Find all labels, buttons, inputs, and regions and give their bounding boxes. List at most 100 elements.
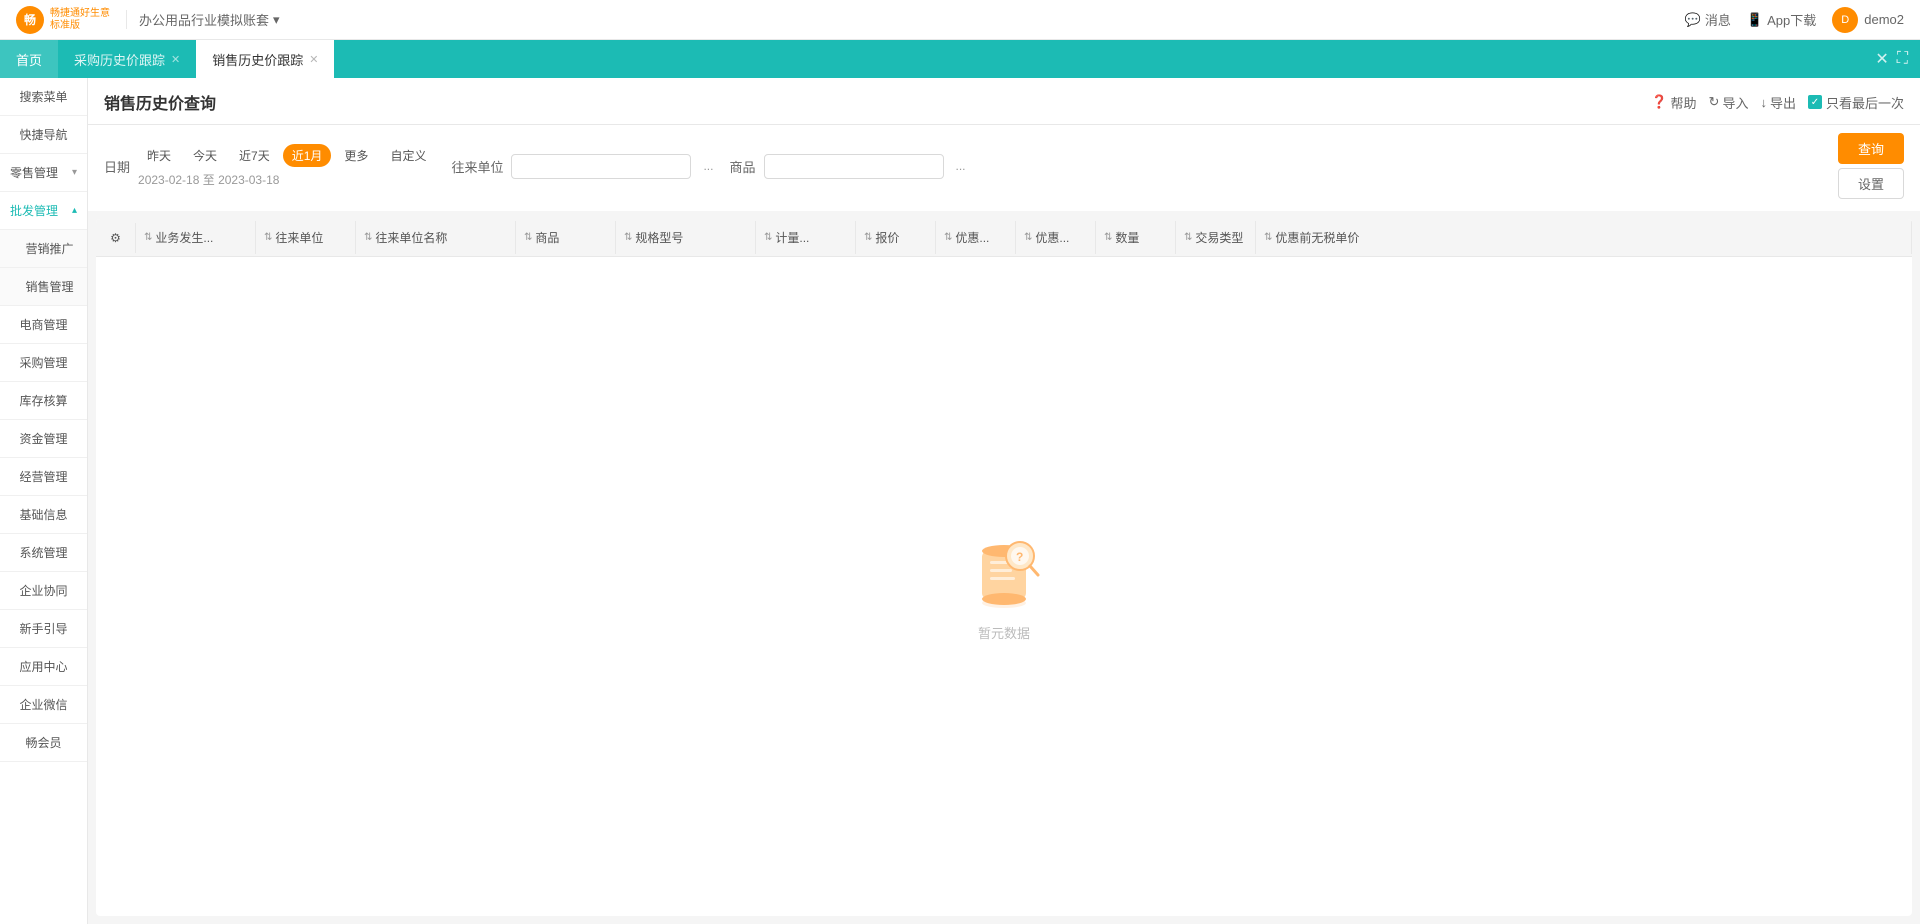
expand-icon[interactable]: ⛶ [1897, 50, 1908, 68]
counterpart-input[interactable] [511, 154, 691, 179]
sort-icon[interactable]: ⇅ [264, 232, 272, 243]
tab-purchase-history-close[interactable]: ✕ [171, 53, 180, 66]
main-layout: 搜索菜单 快捷导航 零售管理 ▾ 批发管理 ▴ 营销推广 销售管理 电商管理 采… [0, 78, 1920, 924]
table-header: ⚙ ⇅ 业务发生... ⇅ 往来单位 ⇅ 往来单位名称 ⇅ 商品 [96, 219, 1912, 257]
close-all-tabs-icon[interactable]: ✕ [1875, 49, 1888, 69]
message-btn[interactable]: 💬 消息 [1685, 10, 1731, 29]
sidebar-sys-settings-label: 系统管理 [19, 544, 67, 561]
content-area: 销售历史价查询 ❓ 帮助 ↻ 导入 ↓ 导出 ✓ [88, 78, 1920, 924]
sidebar-item-wholesale-mgmt[interactable]: 批发管理 ▴ [0, 192, 87, 230]
date-shortcuts: 昨天 今天 近7天 近1月 更多 自定义 [138, 144, 435, 167]
sales-history-tab-label: 销售历史价跟踪 [212, 50, 303, 69]
sidebar-corp-wechat-label: 企业微信 [19, 696, 67, 713]
top-bar-right: 💬 消息 📱 App下载 D demo2 [1685, 7, 1904, 33]
sort-icon[interactable]: ⇅ [1184, 232, 1192, 243]
th-discount1: ⇅ 优惠... [936, 221, 1016, 254]
page-title-row: 销售历史价查询 ❓ 帮助 ↻ 导入 ↓ 导出 ✓ [104, 90, 1904, 124]
sidebar-item-marketing[interactable]: 营销推广 [0, 230, 87, 268]
settings-button[interactable]: 设置 [1838, 168, 1904, 199]
sidebar-item-guide[interactable]: 新手引导 [0, 610, 87, 648]
sidebar-item-quick-nav[interactable]: 快捷导航 [0, 116, 87, 154]
only-last-checkbox-label[interactable]: ✓ 只看最后一次 [1808, 93, 1904, 112]
sidebar-search-menu-label: 搜索菜单 [19, 88, 67, 105]
product-ellipsis[interactable]: ... [956, 159, 966, 173]
sidebar-marketing-label: 营销推广 [25, 240, 73, 257]
sidebar-inventory-label: 库存核算 [19, 392, 67, 409]
home-tab-label: 首页 [16, 50, 42, 69]
product-filter-label: 商品 [729, 157, 755, 176]
counterpart-filter-label: 往来单位 [451, 157, 503, 176]
app-selector[interactable]: 办公用品行业模拟账套 ▾ [126, 10, 280, 29]
date-btn-more[interactable]: 更多 [335, 144, 377, 167]
tab-sales-history-close[interactable]: ✕ [309, 53, 318, 66]
sidebar-item-retail-mgmt[interactable]: 零售管理 ▾ [0, 154, 87, 192]
th-discount2: ⇅ 优惠... [1016, 221, 1096, 254]
purchase-history-tab-label: 采购历史价跟踪 [74, 50, 165, 69]
sidebar-enterprise-label: 企业协同 [19, 582, 67, 599]
tab-sales-history[interactable]: 销售历史价跟踪 ✕ [196, 40, 334, 78]
sort-icon[interactable]: ⇅ [764, 232, 772, 243]
table-body: ? 暂元数据 [96, 257, 1912, 916]
sidebar-item-ops-mgmt[interactable]: 经营管理 [0, 458, 87, 496]
sidebar-item-enterprise[interactable]: 企业协同 [0, 572, 87, 610]
user-name: demo2 [1864, 12, 1904, 27]
svg-text:?: ? [1016, 550, 1023, 564]
sidebar-membership-label: 畅会员 [25, 734, 61, 751]
sort-icon[interactable]: ⇅ [1024, 232, 1032, 243]
date-btn-1month[interactable]: 近1月 [283, 144, 332, 167]
export-btn[interactable]: ↓ 导出 [1760, 93, 1796, 112]
sort-icon[interactable]: ⇅ [144, 232, 152, 243]
sidebar-app-center-label: 应用中心 [19, 658, 67, 675]
empty-state: ? 暂元数据 [964, 531, 1044, 642]
sidebar-item-search-menu[interactable]: 搜索菜单 [0, 78, 87, 116]
sort-icon[interactable]: ⇅ [864, 232, 872, 243]
sort-icon[interactable]: ⇅ [364, 232, 372, 243]
sidebar-item-inventory[interactable]: 库存核算 [0, 382, 87, 420]
query-button[interactable]: 查询 [1838, 133, 1904, 164]
sidebar-item-corp-wechat[interactable]: 企业微信 [0, 686, 87, 724]
sort-icon[interactable]: ⇅ [524, 232, 532, 243]
sidebar-item-sys-settings[interactable]: 系统管理 [0, 534, 87, 572]
gear-icon[interactable]: ⚙ [110, 231, 121, 245]
sort-icon[interactable]: ⇅ [624, 232, 632, 243]
sidebar-basic-info-label: 基础信息 [19, 506, 67, 523]
tab-purchase-history[interactable]: 采购历史价跟踪 ✕ [58, 40, 196, 78]
th-settings[interactable]: ⚙ [96, 223, 136, 253]
sidebar: 搜索菜单 快捷导航 零售管理 ▾ 批发管理 ▴ 营销推广 销售管理 电商管理 采… [0, 78, 88, 924]
sidebar-item-purchase-mgmt[interactable]: 采购管理 [0, 344, 87, 382]
sidebar-ops-mgmt-label: 经营管理 [19, 468, 67, 485]
th-counterpart-name: ⇅ 往来单位名称 [356, 221, 516, 254]
app-name: 办公用品行业模拟账套 [139, 10, 269, 29]
logo-area: 畅 畅捷通好生意 标准版 [16, 6, 110, 34]
download-btn[interactable]: 📱 App下载 [1747, 10, 1816, 29]
sort-icon[interactable]: ⇅ [1264, 232, 1272, 243]
sidebar-item-membership[interactable]: 畅会员 [0, 724, 87, 762]
sidebar-item-ecomm-mgmt[interactable]: 电商管理 [0, 306, 87, 344]
page-actions: ❓ 帮助 ↻ 导入 ↓ 导出 ✓ 只看最后一次 [1651, 93, 1904, 112]
product-input[interactable] [764, 154, 944, 179]
sort-icon[interactable]: ⇅ [944, 232, 952, 243]
sidebar-quick-nav-label: 快捷导航 [19, 126, 67, 143]
date-btn-7days[interactable]: 近7天 [230, 144, 279, 167]
date-btn-today[interactable]: 今天 [184, 144, 226, 167]
user-area[interactable]: D demo2 [1832, 7, 1904, 33]
sidebar-item-finance-mgmt[interactable]: 资金管理 [0, 420, 87, 458]
counterpart-ellipsis[interactable]: ... [703, 159, 713, 173]
logo-icon: 畅 [16, 6, 44, 34]
sidebar-item-basic-info[interactable]: 基础信息 [0, 496, 87, 534]
help-btn[interactable]: ❓ 帮助 [1651, 93, 1696, 112]
tab-home[interactable]: 首页 [0, 40, 58, 78]
import-btn[interactable]: ↻ 导入 [1709, 93, 1749, 112]
date-btn-yesterday[interactable]: 昨天 [138, 144, 180, 167]
top-bar: 畅 畅捷通好生意 标准版 办公用品行业模拟账套 ▾ 💬 消息 📱 App下载 D… [0, 0, 1920, 40]
sidebar-retail-mgmt-label: 零售管理 [10, 164, 58, 181]
date-btn-custom[interactable]: 自定义 [381, 144, 435, 167]
empty-text: 暂元数据 [964, 623, 1044, 642]
th-quote: ⇅ 报价 [856, 221, 936, 254]
empty-illustration: ? [964, 531, 1044, 611]
tab-bar: 首页 采购历史价跟踪 ✕ 销售历史价跟踪 ✕ ✕ ⛶ [0, 40, 1920, 78]
sidebar-item-app-center[interactable]: 应用中心 [0, 648, 87, 686]
sort-icon[interactable]: ⇅ [1104, 232, 1112, 243]
sidebar-sales-mgmt-label: 销售管理 [25, 278, 73, 295]
sidebar-item-sales-mgmt[interactable]: 销售管理 [0, 268, 87, 306]
